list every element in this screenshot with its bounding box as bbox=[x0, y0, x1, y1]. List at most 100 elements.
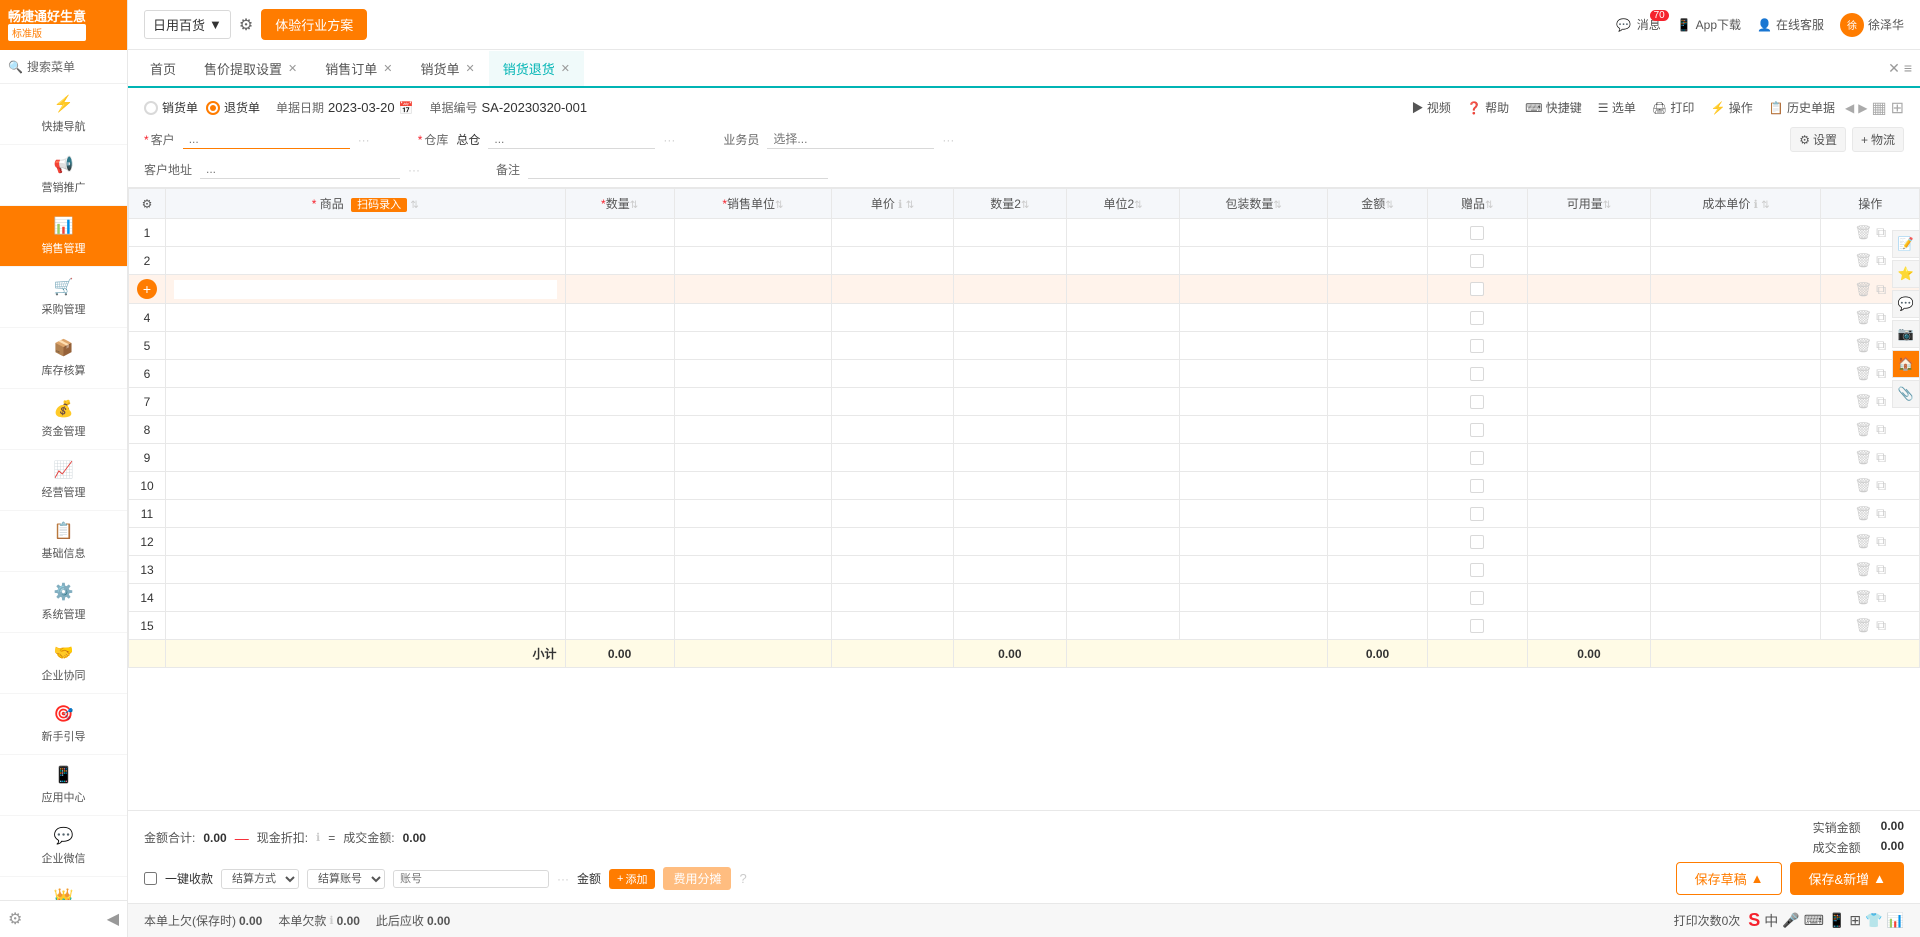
th-settings[interactable]: ⚙ bbox=[129, 189, 166, 219]
gift-checkbox[interactable] bbox=[1470, 395, 1484, 409]
unit-price-cell[interactable] bbox=[832, 584, 954, 612]
unit2-cell[interactable] bbox=[1066, 304, 1179, 332]
view-grid-icon[interactable]: ⊞ bbox=[1891, 98, 1904, 118]
amount-cell[interactable] bbox=[1328, 275, 1428, 304]
goods-cell[interactable] bbox=[166, 360, 566, 388]
available-cell[interactable] bbox=[1527, 304, 1651, 332]
split-button[interactable]: 费用分摊 bbox=[663, 867, 731, 890]
goods-cell[interactable] bbox=[166, 472, 566, 500]
warehouse-more-icon[interactable]: ··· bbox=[663, 133, 675, 147]
available-cell[interactable] bbox=[1527, 472, 1651, 500]
goods-cell[interactable] bbox=[166, 500, 566, 528]
available-cell[interactable] bbox=[1527, 500, 1651, 528]
scan-btn[interactable]: 扫码录入 bbox=[351, 198, 407, 212]
tab-sales-order[interactable]: 销售订单 ✕ bbox=[311, 51, 406, 88]
right-panel-chat[interactable]: 💬 bbox=[1892, 290, 1920, 318]
gift-checkbox[interactable] bbox=[1470, 451, 1484, 465]
shortcut-btn[interactable]: ⌨ 快捷键 bbox=[1519, 96, 1588, 119]
unit2-cell[interactable] bbox=[1066, 219, 1179, 247]
goods-cell[interactable] bbox=[166, 219, 566, 247]
history-btn[interactable]: 📋 历史单据 bbox=[1763, 96, 1841, 119]
sidebar-item-basics[interactable]: 📋 基础信息 bbox=[0, 511, 127, 572]
qty2-cell[interactable] bbox=[953, 416, 1066, 444]
pack-qty-cell[interactable] bbox=[1180, 612, 1328, 640]
sales-unit-cell[interactable] bbox=[674, 275, 832, 304]
gift-cell[interactable] bbox=[1427, 584, 1527, 612]
sidebar-collapse-icon[interactable]: ◀ bbox=[107, 909, 119, 929]
cost-price-cell[interactable] bbox=[1651, 360, 1821, 388]
sidebar-item-sales[interactable]: 📊 销售管理 bbox=[0, 206, 127, 267]
tab-menu-icon[interactable]: ≡ bbox=[1904, 60, 1912, 77]
sales-unit-cell[interactable] bbox=[674, 304, 832, 332]
cost-price-cell[interactable] bbox=[1651, 416, 1821, 444]
qty2-cell[interactable] bbox=[953, 332, 1066, 360]
search-menu-button[interactable]: 🔍 搜索菜单 bbox=[0, 50, 127, 84]
amount-cell[interactable] bbox=[1328, 219, 1428, 247]
amount-cell[interactable] bbox=[1328, 500, 1428, 528]
gift-cell[interactable] bbox=[1427, 304, 1527, 332]
delete-row-icon[interactable]: 🗑 bbox=[1854, 505, 1872, 522]
amount-cell[interactable] bbox=[1328, 304, 1428, 332]
goods-cell[interactable] bbox=[166, 304, 566, 332]
remark-input[interactable] bbox=[528, 160, 828, 179]
pack-qty-cell[interactable] bbox=[1180, 332, 1328, 360]
quantity-cell[interactable] bbox=[565, 584, 674, 612]
operate-btn[interactable]: ⚡ 操作 bbox=[1704, 96, 1758, 119]
unit-price-cell[interactable] bbox=[832, 612, 954, 640]
right-panel-clip[interactable]: 📎 bbox=[1892, 380, 1920, 408]
qty2-cell[interactable] bbox=[953, 360, 1066, 388]
pack-qty-cell[interactable] bbox=[1180, 528, 1328, 556]
shirt-icon[interactable]: 👕 bbox=[1865, 912, 1882, 929]
unit2-cell[interactable] bbox=[1066, 388, 1179, 416]
radio-return-item[interactable]: 退货单 bbox=[206, 99, 260, 116]
pack-qty-cell[interactable] bbox=[1180, 219, 1328, 247]
sales-unit-cell[interactable] bbox=[674, 500, 832, 528]
unit2-cell[interactable] bbox=[1066, 275, 1179, 304]
delete-row-icon[interactable]: 🗑 bbox=[1854, 533, 1872, 550]
unit2-cell[interactable] bbox=[1066, 247, 1179, 275]
unit2-cell[interactable] bbox=[1066, 612, 1179, 640]
pack-qty-cell[interactable] bbox=[1180, 584, 1328, 612]
delete-row-icon[interactable]: 🗑 bbox=[1854, 617, 1872, 634]
one-click-payment-checkbox[interactable] bbox=[144, 872, 157, 885]
right-panel-note[interactable]: 📝 bbox=[1892, 230, 1920, 258]
gift-cell[interactable] bbox=[1427, 444, 1527, 472]
gift-checkbox[interactable] bbox=[1470, 479, 1484, 493]
pack-qty-cell[interactable] bbox=[1180, 360, 1328, 388]
copy-row-icon[interactable]: ⧉ bbox=[1876, 421, 1886, 438]
save-draft-button[interactable]: 保存草稿 ▲ bbox=[1676, 862, 1783, 895]
copy-row-icon[interactable]: ⧉ bbox=[1876, 365, 1886, 382]
select-btn[interactable]: ☰ 选单 bbox=[1592, 96, 1642, 119]
unit-price-cell[interactable] bbox=[832, 472, 954, 500]
available-cell[interactable] bbox=[1527, 556, 1651, 584]
user-profile-button[interactable]: 徐 徐泽华 bbox=[1840, 13, 1904, 37]
copy-row-icon[interactable]: ⧉ bbox=[1876, 281, 1886, 298]
quantity-cell[interactable] bbox=[565, 275, 674, 304]
sales-unit-cell[interactable] bbox=[674, 472, 832, 500]
amount-cell[interactable] bbox=[1328, 556, 1428, 584]
help-icon[interactable]: ? bbox=[739, 871, 746, 886]
sales-unit-cell[interactable] bbox=[674, 444, 832, 472]
right-panel-photo[interactable]: 📷 bbox=[1892, 320, 1920, 348]
cost-price-cell[interactable] bbox=[1651, 388, 1821, 416]
qty2-cell[interactable] bbox=[953, 500, 1066, 528]
unit2-cell[interactable] bbox=[1066, 416, 1179, 444]
unit-price-cell[interactable] bbox=[832, 556, 954, 584]
gift-cell[interactable] bbox=[1427, 612, 1527, 640]
pack-qty-cell[interactable] bbox=[1180, 444, 1328, 472]
video-btn[interactable]: ▶ 视频 bbox=[1405, 96, 1456, 119]
delete-row-icon[interactable]: 🗑 bbox=[1854, 252, 1872, 269]
goods-cell[interactable] bbox=[166, 275, 566, 304]
unit-price-info-icon[interactable]: ℹ bbox=[898, 199, 902, 211]
add-row-button[interactable]: + bbox=[137, 279, 157, 299]
pack-qty-cell[interactable] bbox=[1180, 500, 1328, 528]
tab-price-settings[interactable]: 售价提取设置 ✕ bbox=[190, 51, 311, 88]
right-panel-star[interactable]: ⭐ bbox=[1892, 260, 1920, 288]
unit-price-cell[interactable] bbox=[832, 332, 954, 360]
goods-cell[interactable] bbox=[166, 332, 566, 360]
qty2-cell[interactable] bbox=[953, 556, 1066, 584]
copy-row-icon[interactable]: ⧉ bbox=[1876, 309, 1886, 326]
unit2-cell[interactable] bbox=[1066, 444, 1179, 472]
sales-unit-cell[interactable] bbox=[674, 360, 832, 388]
gift-cell[interactable] bbox=[1427, 275, 1527, 304]
